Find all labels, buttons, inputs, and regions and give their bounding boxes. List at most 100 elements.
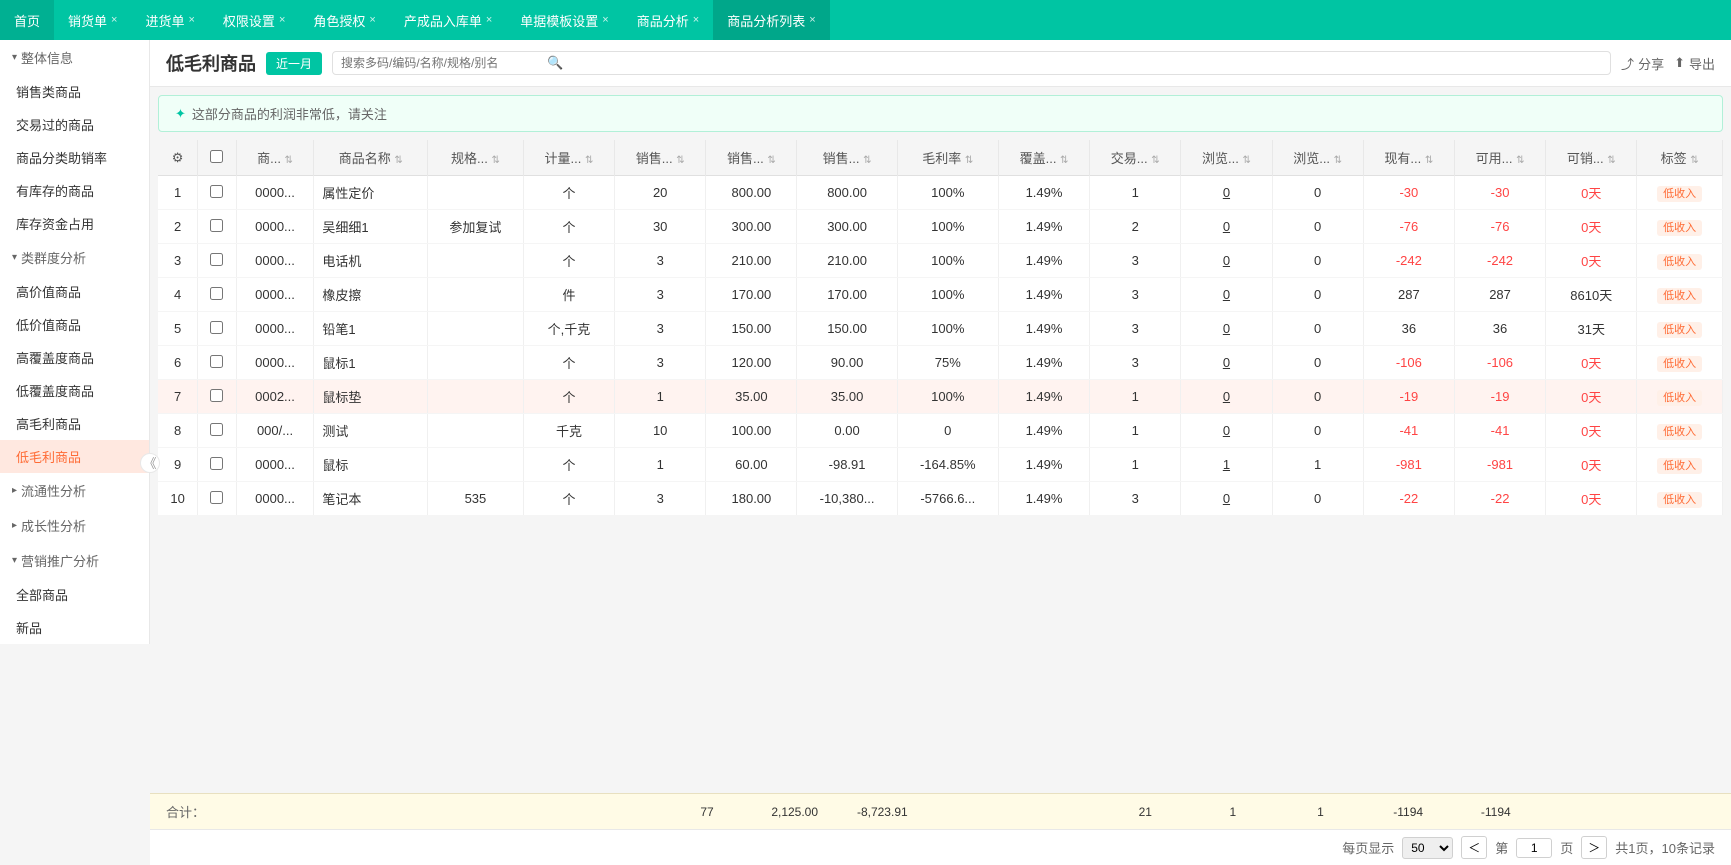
row-checkbox[interactable] — [198, 380, 236, 414]
nav-close-product-analysis[interactable]: × — [693, 14, 699, 26]
col-available[interactable]: 可用... ⇅ — [1454, 140, 1545, 176]
sidebar-group-overall[interactable]: ▾ 整体信息 — [0, 40, 149, 75]
nav-item-purchase[interactable]: 进货单 × — [131, 0, 208, 40]
total-info: 共1页，10条记录 — [1615, 838, 1715, 857]
per-page-select[interactable]: 50 100 200 — [1402, 837, 1453, 859]
nav-close-product-entry[interactable]: × — [486, 14, 492, 26]
sidebar-item-high-coverage[interactable]: 高覆盖度商品 — [0, 341, 149, 374]
sidebar-group-marketing[interactable]: ▾ 营销推广分析 — [0, 543, 149, 578]
sidebar-group-liquidity[interactable]: ▸ 流通性分析 — [0, 473, 149, 508]
row-browse1[interactable]: 1 — [1181, 448, 1272, 482]
sidebar-item-all-products[interactable]: 全部商品 — [0, 578, 149, 611]
row-checkbox[interactable] — [198, 244, 236, 278]
row-checkbox[interactable] — [198, 278, 236, 312]
sidebar-item-high-margin[interactable]: 高毛利商品 — [0, 407, 149, 440]
row-sales-qty: 20 — [615, 176, 706, 210]
row-browse1[interactable]: 0 — [1181, 210, 1272, 244]
header-actions: ⤴ 分享 ⬆ 导出 — [1621, 54, 1715, 73]
search-icon[interactable]: 🔍 — [547, 55, 563, 71]
col-spec[interactable]: 规格... ⇅ — [428, 140, 524, 176]
export-button[interactable]: ⬆ 导出 — [1674, 54, 1715, 73]
row-browse1[interactable]: 0 — [1181, 312, 1272, 346]
nav-item-home[interactable]: 首页 — [0, 0, 54, 40]
row-transaction: 1 — [1090, 414, 1181, 448]
col-unit[interactable]: 计量... ⇅ — [523, 140, 614, 176]
select-all-checkbox[interactable] — [210, 150, 223, 163]
row-checkbox[interactable] — [198, 346, 236, 380]
col-sales-amount[interactable]: 销售... ⇅ — [797, 140, 897, 176]
sidebar-item-stock-products[interactable]: 有库存的商品 — [0, 174, 149, 207]
col-coverage[interactable]: 覆盖... ⇅ — [998, 140, 1089, 176]
nav-item-sales[interactable]: 销货单 × — [54, 0, 131, 40]
row-checkbox[interactable] — [198, 482, 236, 516]
col-salable[interactable]: 可销... ⇅ — [1546, 140, 1637, 176]
prev-page-button[interactable]: ＜ — [1461, 836, 1487, 859]
sidebar-item-low-value[interactable]: 低价值商品 — [0, 308, 149, 341]
sidebar-item-low-coverage[interactable]: 低覆盖度商品 — [0, 374, 149, 407]
col-code[interactable]: 商... ⇅ — [236, 140, 314, 176]
row-checkbox[interactable] — [198, 414, 236, 448]
page-title: 低毛利商品 — [166, 50, 256, 76]
nav-item-permissions[interactable]: 权限设置 × — [209, 0, 299, 40]
nav-item-product-entry[interactable]: 产成品入库单 × — [390, 0, 506, 40]
nav-item-template[interactable]: 单据模板设置 × — [506, 0, 622, 40]
nav-close-roles[interactable]: × — [369, 14, 375, 26]
row-checkbox[interactable] — [198, 312, 236, 346]
col-name[interactable]: 商品名称 ⇅ — [314, 140, 428, 176]
sidebar-item-traded-products[interactable]: 交易过的商品 — [0, 108, 149, 141]
search-input[interactable] — [341, 56, 541, 70]
row-browse1[interactable]: 0 — [1181, 176, 1272, 210]
col-transaction[interactable]: 交易... ⇅ — [1090, 140, 1181, 176]
sidebar-group-cluster[interactable]: ▾ 类群度分析 — [0, 240, 149, 275]
row-browse1[interactable]: 0 — [1181, 278, 1272, 312]
footer-empty-4 — [488, 805, 576, 819]
col-gross-rate[interactable]: 毛利率 ⇅ — [897, 140, 998, 176]
row-browse1[interactable]: 0 — [1181, 414, 1272, 448]
row-sales-qty: 10 — [615, 414, 706, 448]
sidebar-item-category-sales-rate[interactable]: 商品分类助销率 — [0, 141, 149, 174]
row-spec — [428, 244, 524, 278]
row-name: 属性定价 — [314, 176, 428, 210]
star-icon: ✦ — [175, 106, 186, 122]
row-browse1[interactable]: 0 — [1181, 482, 1272, 516]
nav-item-product-analysis[interactable]: 商品分析 × — [623, 0, 713, 40]
page-number-input[interactable] — [1516, 838, 1552, 858]
sidebar-item-high-value[interactable]: 高价值商品 — [0, 275, 149, 308]
sidebar-collapse-button[interactable]: 《 — [140, 453, 160, 473]
nav-close-purchase[interactable]: × — [188, 14, 194, 26]
nav-close-permissions[interactable]: × — [279, 14, 285, 26]
nav-item-product-analysis-list[interactable]: 商品分析列表 × — [713, 0, 829, 40]
col-settings[interactable]: ⚙ — [158, 140, 198, 176]
next-page-button[interactable]: ＞ — [1581, 836, 1607, 859]
time-filter-button[interactable]: 近一月 — [266, 52, 322, 75]
col-browse1[interactable]: 浏览... ⇅ — [1181, 140, 1272, 176]
row-available: -19 — [1454, 380, 1545, 414]
nav-close-product-analysis-list[interactable]: × — [809, 14, 815, 26]
row-browse1[interactable]: 0 — [1181, 380, 1272, 414]
row-checkbox[interactable] — [198, 176, 236, 210]
sidebar-item-new-products[interactable]: 新品 — [0, 611, 149, 644]
chevron-down-icon-2: ▾ — [12, 252, 17, 263]
col-browse2[interactable]: 浏览... ⇅ — [1272, 140, 1363, 176]
row-browse1[interactable]: 0 — [1181, 346, 1272, 380]
sidebar-item-stock-capital[interactable]: 库存资金占用 — [0, 207, 149, 240]
row-transaction: 3 — [1090, 346, 1181, 380]
row-checkbox[interactable] — [198, 448, 236, 482]
nav-close-template[interactable]: × — [602, 14, 608, 26]
sidebar-item-sales-products[interactable]: 销售类商品 — [0, 75, 149, 108]
sidebar-group-liquidity-label: 流通性分析 — [21, 481, 86, 500]
col-sales-price[interactable]: 销售... ⇅ — [706, 140, 797, 176]
table-header-row: ⚙ 商... ⇅ 商品名称 ⇅ 规格... ⇅ 计量... ⇅ 销售... ⇅ … — [158, 140, 1723, 176]
row-browse1[interactable]: 0 — [1181, 244, 1272, 278]
sidebar-group-growth[interactable]: ▸ 成长性分析 — [0, 508, 149, 543]
col-sales-qty[interactable]: 销售... ⇅ — [615, 140, 706, 176]
sidebar-item-low-margin[interactable]: 低毛利商品 — [0, 440, 149, 473]
col-tag[interactable]: 标签 ⇅ — [1637, 140, 1723, 176]
col-current-stock[interactable]: 现有... ⇅ — [1363, 140, 1454, 176]
share-button[interactable]: ⤴ 分享 — [1621, 54, 1664, 73]
row-sales-qty: 3 — [615, 346, 706, 380]
nav-item-roles[interactable]: 角色授权 × — [299, 0, 389, 40]
row-checkbox[interactable] — [198, 210, 236, 244]
nav-close-sales[interactable]: × — [111, 14, 117, 26]
nav-label-product-analysis: 商品分析 — [637, 11, 689, 30]
